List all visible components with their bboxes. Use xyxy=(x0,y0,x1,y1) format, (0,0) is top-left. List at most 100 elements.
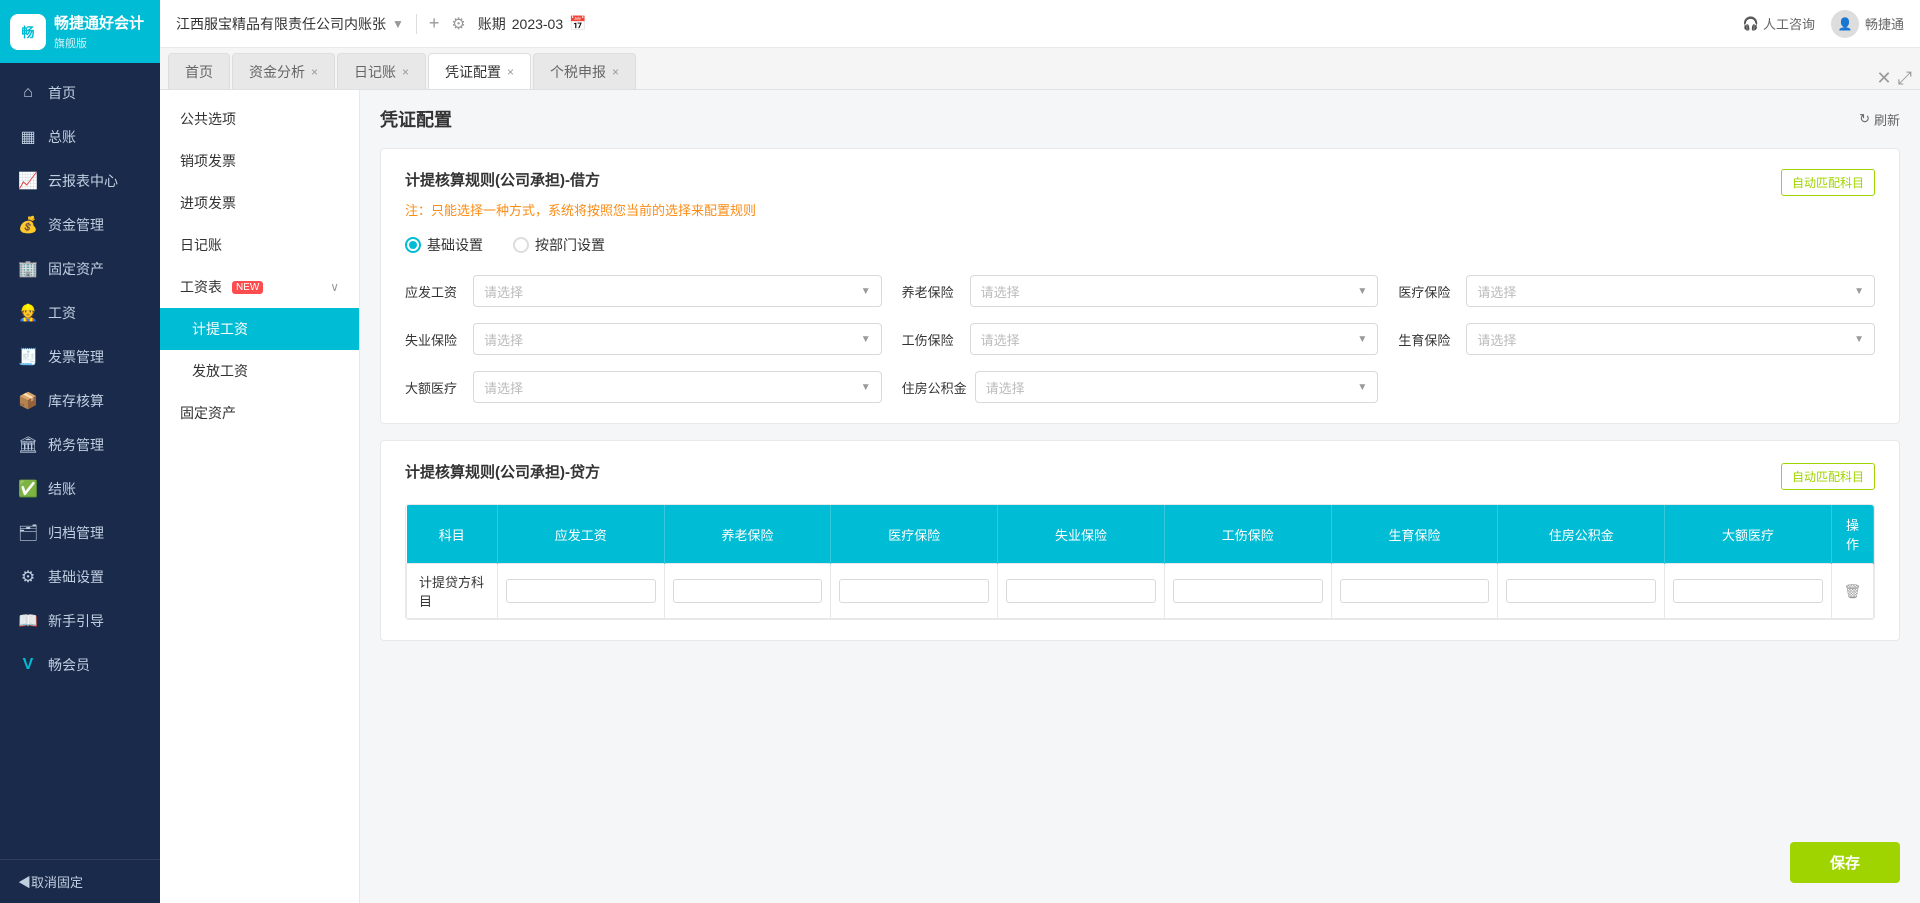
row-unemployment-input[interactable] xyxy=(1006,579,1156,603)
debit-section-title: 计提核算规则(公司承担)-借方 xyxy=(405,169,1781,190)
debit-section-note: 注：只能选择一种方式，系统将按照您当前的选择来配置规则 xyxy=(405,200,1781,219)
left-menu: 公共选项 销项发票 进项发票 日记账 工资表 NEW ∨ 计提工资 发放工资 固… xyxy=(160,90,360,903)
row-pension-input[interactable] xyxy=(673,579,823,603)
company-selector[interactable]: 江西服宝精品有限责任公司内账张 ▼ xyxy=(176,14,404,34)
headset-icon: 🎧 xyxy=(1743,16,1759,32)
sidebar-item-label: 云报表中心 xyxy=(48,171,118,191)
field-label-work-injury: 工伤保险 xyxy=(902,330,962,349)
field-select-base-salary[interactable]: 请选择 ▼ xyxy=(473,275,882,307)
field-select-maternity[interactable]: 请选择 ▼ xyxy=(1466,323,1875,355)
placeholder-pension: 请选择 xyxy=(981,282,1020,301)
sidebar-item-member[interactable]: V 畅会员 xyxy=(0,643,160,687)
user-menu[interactable]: 👤 畅捷通 xyxy=(1831,10,1904,38)
menu-item-payroll-accrue[interactable]: 计提工资 xyxy=(160,308,359,350)
select-arrow-icon: ▼ xyxy=(861,286,871,297)
sidebar-item-inventory[interactable]: 📦 库存核算 xyxy=(0,379,160,423)
topbar-right: 🎧 人工咨询 👤 畅捷通 xyxy=(1743,10,1904,38)
tab-close-icon[interactable]: × xyxy=(612,65,619,79)
sidebar-item-guide[interactable]: 📖 新手引导 xyxy=(0,599,160,643)
field-maternity: 生育保险 请选择 ▼ xyxy=(1398,323,1875,355)
placeholder-base-salary: 请选择 xyxy=(484,282,523,301)
tab-close-icon[interactable]: × xyxy=(402,65,409,79)
menu-item-journal[interactable]: 日记账 xyxy=(160,224,359,266)
radio-dept-label: 按部门设置 xyxy=(535,235,605,255)
sidebar-item-settings[interactable]: ⚙ 基础设置 xyxy=(0,555,160,599)
field-select-medical[interactable]: 请选择 ▼ xyxy=(1466,275,1875,307)
row-maternity-input[interactable] xyxy=(1340,579,1490,603)
tab-close-icon[interactable]: × xyxy=(311,65,318,79)
credit-table: 科目 应发工资 养老保险 医疗保险 失业保险 工伤保险 生育保险 住房公积金 大… xyxy=(406,505,1874,619)
tab-close-icon[interactable]: × xyxy=(507,65,514,79)
auto-match-debit-button[interactable]: 自动匹配科目 xyxy=(1781,169,1875,196)
archive-icon: 🗂 xyxy=(18,523,38,543)
new-badge: NEW xyxy=(232,281,263,294)
field-unemployment: 失业保险 请选择 ▼ xyxy=(405,323,882,355)
maximize-icon[interactable]: ⤢ xyxy=(1898,68,1912,89)
field-work-injury: 工伤保险 请选择 ▼ xyxy=(902,323,1379,355)
field-base-salary: 应发工资 请选择 ▼ xyxy=(405,275,882,307)
radio-basic[interactable]: 基础设置 xyxy=(405,235,483,255)
period-value: 2023-03 xyxy=(512,16,563,32)
add-button[interactable]: + xyxy=(429,13,440,34)
service-button[interactable]: 🎧 人工咨询 xyxy=(1743,14,1815,33)
sidebar-item-close[interactable]: ✅ 结账 xyxy=(0,467,160,511)
radio-dot xyxy=(409,241,417,249)
save-button-wrap: 保存 xyxy=(1790,842,1900,883)
period-selector[interactable]: 账期 2023-03 📅 xyxy=(478,14,587,34)
sidebar-item-assets[interactable]: 🏢 固定资产 xyxy=(0,247,160,291)
row-work-injury-input[interactable] xyxy=(1173,579,1323,603)
tab-funds[interactable]: 资金分析 × xyxy=(232,53,335,89)
field-select-work-injury[interactable]: 请选择 ▼ xyxy=(970,323,1379,355)
close-all-icon[interactable]: ✕ xyxy=(1877,68,1892,89)
invoice-icon: 🧾 xyxy=(18,347,38,367)
placeholder-maternity: 请选择 xyxy=(1477,330,1516,349)
tab-voucher-config[interactable]: 凭证配置 × xyxy=(428,53,531,89)
cancel-fixed-button[interactable]: ◀取消固定 xyxy=(0,859,160,903)
logo-sub: 旗舰版 xyxy=(54,35,144,51)
settings-gear-icon[interactable]: ⚙ xyxy=(451,14,465,34)
refresh-button[interactable]: ↻ 刷新 xyxy=(1859,110,1900,129)
sidebar-item-reports[interactable]: 📈 云报表中心 xyxy=(0,159,160,203)
radio-department[interactable]: 按部门设置 xyxy=(513,235,605,255)
row-unemployment-cell xyxy=(998,564,1165,619)
sidebar-item-ledger[interactable]: ▦ 总账 xyxy=(0,115,160,159)
save-button[interactable]: 保存 xyxy=(1790,842,1900,883)
row-maternity-cell xyxy=(1331,564,1498,619)
sidebar-item-home[interactable]: ⌂ 首页 xyxy=(0,71,160,115)
menu-item-sales[interactable]: 销项发票 xyxy=(160,140,359,182)
row-medical-input[interactable] xyxy=(839,579,989,603)
sidebar: 畅 畅捷通好会计 旗舰版 ⌂ 首页 ▦ 总账 📈 云报表中心 💰 资金管理 🏢 … xyxy=(0,0,160,903)
funds-icon: 💰 xyxy=(18,215,38,235)
field-select-housing-fund[interactable]: 请选择 ▼ xyxy=(975,371,1379,403)
th-work-injury: 工伤保险 xyxy=(1164,505,1331,564)
menu-item-public[interactable]: 公共选项 xyxy=(160,98,359,140)
refresh-icon: ↻ xyxy=(1859,111,1870,127)
menu-item-purchase[interactable]: 进项发票 xyxy=(160,182,359,224)
sidebar-nav: ⌂ 首页 ▦ 总账 📈 云报表中心 💰 资金管理 🏢 固定资产 👷 工资 🧾 发… xyxy=(0,63,160,859)
menu-item-payroll-pay[interactable]: 发放工资 xyxy=(160,350,359,392)
sidebar-item-funds[interactable]: 💰 资金管理 xyxy=(0,203,160,247)
sidebar-item-label: 基础设置 xyxy=(48,567,104,587)
menu-item-payroll-table[interactable]: 工资表 NEW ∨ xyxy=(160,266,359,308)
menu-item-fixed-assets[interactable]: 固定资产 xyxy=(160,392,359,434)
row-base-salary-input[interactable] xyxy=(506,579,656,603)
delete-row-icon[interactable]: 🗑 xyxy=(1844,583,1862,599)
field-select-large-medical[interactable]: 请选择 ▼ xyxy=(473,371,882,403)
field-select-pension[interactable]: 请选择 ▼ xyxy=(970,275,1379,307)
sidebar-item-label: 资金管理 xyxy=(48,215,104,235)
tab-tax[interactable]: 个税申报 × xyxy=(533,53,636,89)
th-maternity: 生育保险 xyxy=(1331,505,1498,564)
row-large-medical-input[interactable] xyxy=(1673,579,1823,603)
field-select-unemployment[interactable]: 请选择 ▼ xyxy=(473,323,882,355)
auto-match-credit-button[interactable]: 自动匹配科目 xyxy=(1781,463,1875,490)
th-medical: 医疗保险 xyxy=(831,505,998,564)
sidebar-item-archive[interactable]: 🗂 归档管理 xyxy=(0,511,160,555)
row-housing-fund-input[interactable] xyxy=(1506,579,1656,603)
select-arrow-icon: ▼ xyxy=(1357,286,1367,297)
tab-home[interactable]: 首页 xyxy=(168,53,230,89)
tab-journal[interactable]: 日记账 × xyxy=(337,53,426,89)
sidebar-item-invoice[interactable]: 🧾 发票管理 xyxy=(0,335,160,379)
content-area: 公共选项 销项发票 进项发票 日记账 工资表 NEW ∨ 计提工资 发放工资 固… xyxy=(160,90,1920,903)
sidebar-item-tax[interactable]: 🏛 税务管理 xyxy=(0,423,160,467)
sidebar-item-salary[interactable]: 👷 工资 xyxy=(0,291,160,335)
